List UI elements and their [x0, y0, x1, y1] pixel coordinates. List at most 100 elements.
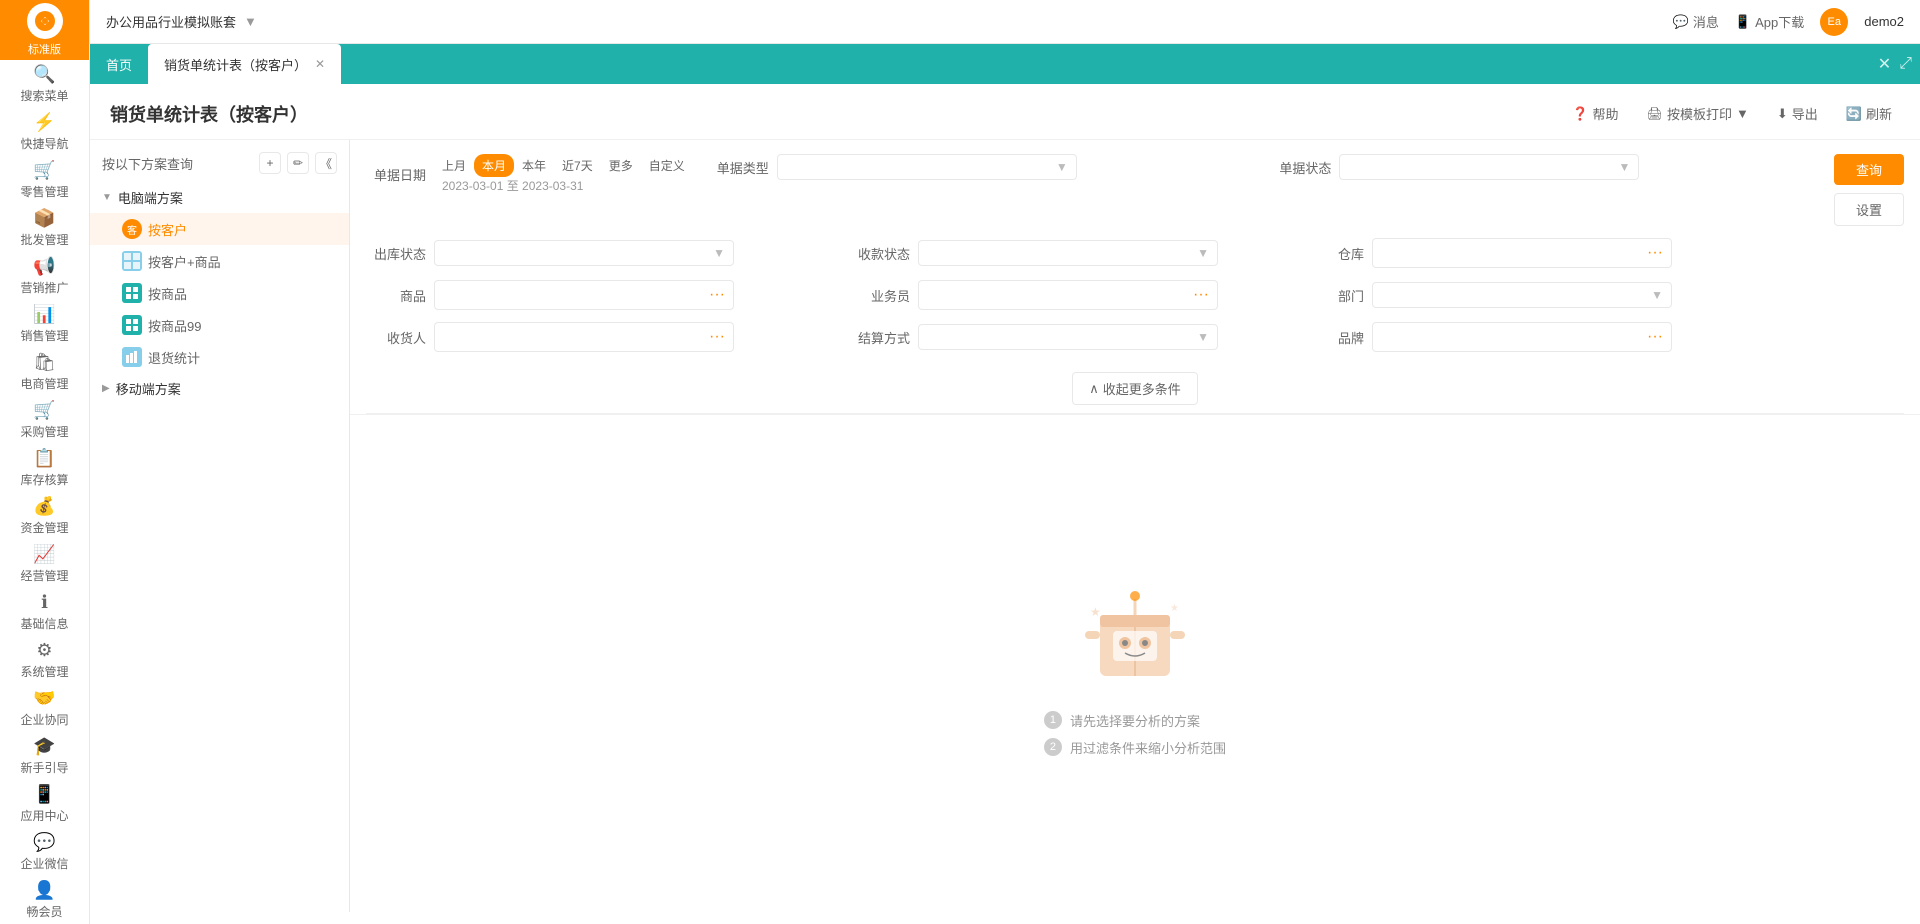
receipt-status-group: 收款状态 ▼: [850, 240, 1318, 266]
out-status-group: 出库状态 ▼: [366, 240, 834, 266]
sidebar-item-marketing[interactable]: 📢 营销推广: [0, 252, 90, 300]
mobile-tree-toggle-icon: ▶: [102, 383, 110, 394]
tree-item-by-goods99[interactable]: 按商品99: [90, 309, 349, 341]
goods-more-icon[interactable]: ···: [709, 286, 725, 304]
add-icon: +: [266, 156, 273, 170]
message-button[interactable]: 💬 消息: [1673, 12, 1719, 31]
sidebar-logo-text: 标准版: [28, 41, 61, 57]
date-tab-more[interactable]: 更多: [601, 154, 641, 177]
sidebar-item-retail[interactable]: 🛒 零售管理: [0, 156, 90, 204]
sidebar-item-finance[interactable]: 💰 资金管理: [0, 492, 90, 540]
tree-toggle-icon: ▼: [102, 192, 112, 203]
tab-close-icon[interactable]: ✕: [315, 57, 325, 71]
date-picker: 上月 本月 本年 近7天 更多 自定义 2023-03-01 至 2023-03…: [434, 154, 693, 194]
panel-collapse-btn[interactable]: 《: [315, 152, 337, 174]
bill-status-input[interactable]: ▼: [1339, 154, 1639, 180]
sidebar-item-inventory[interactable]: 📋 库存核算: [0, 444, 90, 492]
salesperson-more-icon[interactable]: ···: [1193, 286, 1209, 304]
help-button[interactable]: ❓ 帮助: [1564, 100, 1626, 127]
out-status-input[interactable]: ▼: [434, 240, 734, 266]
newbie-icon: 🎓: [33, 736, 55, 757]
sidebar-item-enterprise[interactable]: 🤝 企业协同: [0, 684, 90, 732]
sidebar-item-basic[interactable]: ℹ 基础信息: [0, 588, 90, 636]
tree-item-by-goods[interactable]: 按商品: [90, 277, 349, 309]
sidebar-logo[interactable]: 标准版: [0, 0, 90, 60]
sales-icon: 📊: [33, 304, 55, 325]
sidebar-item-label: 应用中心: [20, 807, 68, 824]
receipt-status-input[interactable]: ▼: [918, 240, 1218, 266]
empty-tip-2: 2 用过滤条件来缩小分析范围: [1044, 738, 1226, 757]
date-tab-last7[interactable]: 近7天: [554, 154, 601, 177]
marketing-icon: 📢: [33, 256, 55, 277]
header-dropdown-icon[interactable]: ▼: [244, 14, 257, 29]
query-buttons: 查询 设置: [1834, 154, 1904, 226]
tree-group-desktop-header[interactable]: ▼ 电脑端方案: [90, 182, 349, 213]
sidebar-item-label: 营销推广: [20, 279, 68, 296]
user-name[interactable]: demo2: [1864, 14, 1904, 29]
out-status-dropdown-icon: ▼: [713, 246, 725, 260]
sidebar-item-purchase[interactable]: 🛒 采购管理: [0, 396, 90, 444]
warehouse-input[interactable]: ···: [1372, 238, 1672, 268]
salesperson-group: 业务员 ···: [850, 280, 1318, 310]
tree-group-mobile: ▶ 移动端方案: [90, 373, 349, 404]
sidebar-item-wholesale[interactable]: 📦 批发管理: [0, 204, 90, 252]
sidebar-item-member[interactable]: 👤 畅会员: [0, 876, 90, 924]
goods-group: 商品 ···: [366, 280, 834, 310]
out-status-label: 出库状态: [366, 244, 426, 263]
bill-type-input[interactable]: ▼: [777, 154, 1077, 180]
dept-input[interactable]: ▼: [1372, 282, 1672, 308]
app-download-button[interactable]: 📱 App下载: [1735, 12, 1804, 31]
brand-group: 品牌 ···: [1334, 322, 1802, 352]
goods-input[interactable]: ···: [434, 280, 734, 310]
message-icon: 💬: [1673, 14, 1689, 30]
tree-item-by-customer-goods[interactable]: 按客户+商品: [90, 245, 349, 277]
date-tabs: 上月 本月 本年 近7天 更多 自定义: [434, 154, 693, 177]
tab-expand-btn[interactable]: ⤢: [1899, 55, 1912, 73]
dept-group: 部门 ▼: [1334, 282, 1802, 308]
sidebar-item-newbie[interactable]: 🎓 新手引导: [0, 732, 90, 780]
print-dropdown-icon[interactable]: ▼: [1736, 106, 1749, 121]
sidebar-item-shortcut[interactable]: ⚡ 快捷导航: [0, 108, 90, 156]
avatar-initials: Ea: [1828, 16, 1841, 28]
consignee-more-icon[interactable]: ···: [709, 328, 725, 346]
tree-item-by-goods99-label: 按商品99: [148, 316, 201, 335]
by-customer-icon: 客: [122, 219, 142, 239]
date-tab-this-year[interactable]: 本年: [514, 154, 554, 177]
refresh-button[interactable]: 🔄 刷新: [1838, 100, 1900, 127]
settings-button[interactable]: 设置: [1834, 193, 1904, 226]
tab-home[interactable]: 首页: [90, 44, 148, 84]
panel-add-btn[interactable]: +: [259, 152, 281, 174]
panel-edit-btn[interactable]: ✏: [287, 152, 309, 174]
sidebar: 标准版 🔍 搜索菜单 ⚡ 快捷导航 🛒 零售管理 📦 批发管理 📢 营销推广 📊…: [0, 0, 90, 924]
print-button[interactable]: 🖨 按模板打印 ▼: [1638, 100, 1756, 127]
tree-item-by-customer[interactable]: 客 按客户: [90, 213, 349, 245]
sidebar-item-label: 零售管理: [20, 183, 68, 200]
sidebar-item-search[interactable]: 🔍 搜索菜单: [0, 60, 90, 108]
avatar[interactable]: Ea: [1820, 8, 1848, 36]
panel-header-title: 按以下方案查询: [102, 154, 193, 173]
tree-item-return-stat[interactable]: 退货统计: [90, 341, 349, 373]
warehouse-more-icon[interactable]: ···: [1647, 244, 1663, 262]
query-button[interactable]: 查询: [1834, 154, 1904, 185]
salesperson-input[interactable]: ···: [918, 280, 1218, 310]
sidebar-item-system[interactable]: ⚙ 系统管理: [0, 636, 90, 684]
collapse-button[interactable]: ∧ 收起更多条件: [1072, 372, 1198, 405]
sidebar-item-wechat[interactable]: 💬 企业微信: [0, 828, 90, 876]
tab-sales-stat[interactable]: 销货单统计表（按客户） ✕: [148, 44, 341, 84]
sidebar-item-ecommerce[interactable]: 🛍 电商管理: [0, 348, 90, 396]
tree-group-mobile-header[interactable]: ▶ 移动端方案: [90, 373, 349, 404]
brand-more-icon[interactable]: ···: [1647, 328, 1663, 346]
payment-method-input[interactable]: ▼: [918, 324, 1218, 350]
brand-input[interactable]: ···: [1372, 322, 1672, 352]
date-tab-this-month[interactable]: 本月: [474, 154, 514, 177]
export-label: 导出: [1792, 104, 1818, 123]
sidebar-item-sales[interactable]: 📊 销售管理: [0, 300, 90, 348]
date-tab-prev[interactable]: 上月: [434, 154, 474, 177]
consignee-input[interactable]: ···: [434, 322, 734, 352]
tab-close-btn[interactable]: ✕: [1878, 54, 1891, 74]
date-tab-custom[interactable]: 自定义: [641, 154, 693, 177]
sidebar-item-appcenter[interactable]: 📱 应用中心: [0, 780, 90, 828]
export-button[interactable]: ⬇ 导出: [1769, 100, 1826, 127]
sidebar-item-label: 新手引导: [20, 759, 68, 776]
sidebar-item-operation[interactable]: 📈 经营管理: [0, 540, 90, 588]
